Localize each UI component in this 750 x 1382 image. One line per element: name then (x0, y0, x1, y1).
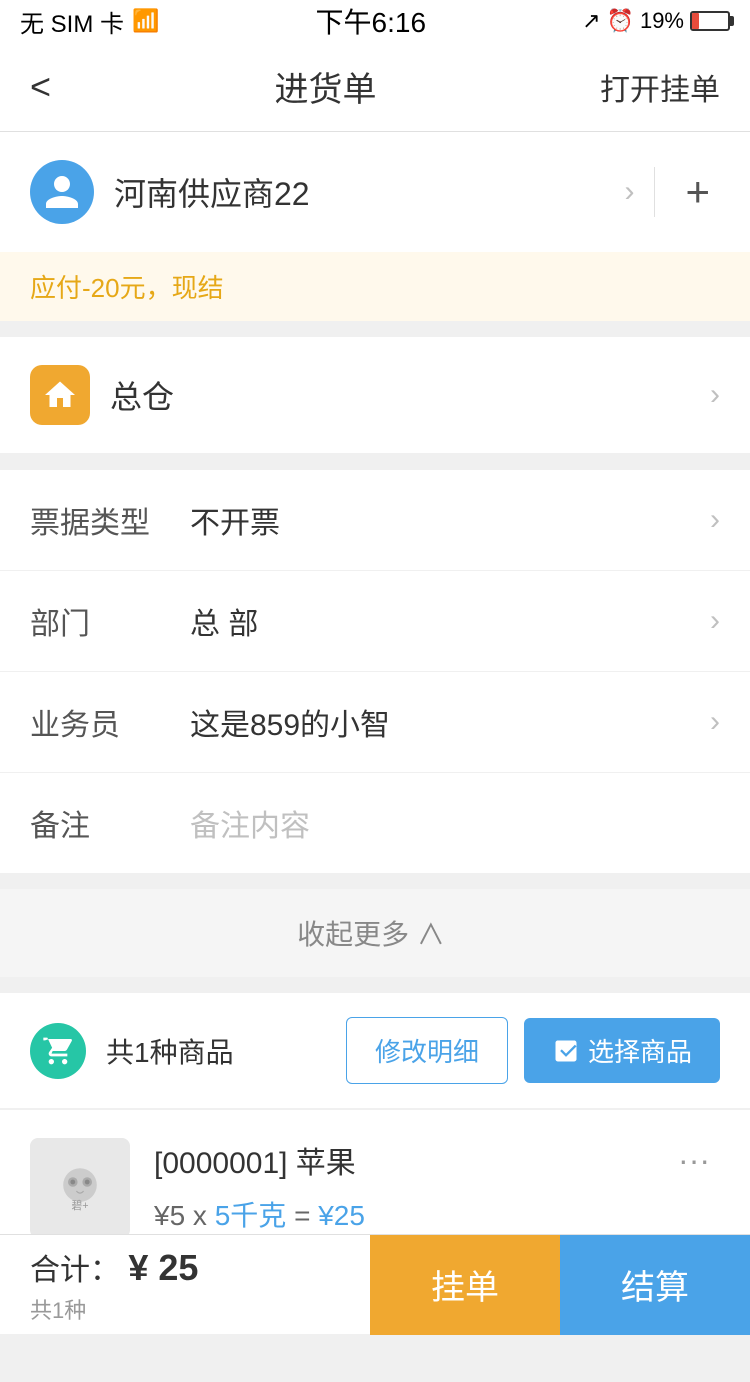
collapse-label: 收起更多 ∧ (297, 913, 445, 953)
unit-price: ¥5 x (154, 1200, 215, 1231)
warehouse-icon (30, 365, 90, 425)
quantity: 5千克 (215, 1200, 287, 1231)
equals: = (294, 1200, 318, 1231)
total-label: 合计： (30, 1254, 120, 1287)
supplier-section: 河南供应商22 › + (0, 132, 750, 252)
status-right: ↗ ⏰ 19% (582, 8, 730, 34)
products-count-label: 共1种商品 (106, 1031, 346, 1071)
product-thumbnail: 碧+ (30, 1138, 130, 1238)
ticket-type-value: 不开票 (190, 498, 700, 542)
sales-rep-label: 业务员 (30, 700, 190, 744)
select-product-label: 选择商品 (588, 1032, 692, 1069)
battery-fill (692, 13, 699, 29)
product-info: [0000001] 苹果 ¥5 x 5千克 = ¥25 (154, 1138, 668, 1234)
remark-label: 备注 (30, 801, 190, 845)
select-product-icon (552, 1037, 580, 1065)
payment-hint: 应付-20元，现结 (0, 252, 750, 321)
warehouse-name: 总仓 (110, 372, 700, 418)
cart-icon (42, 1035, 74, 1067)
total-main: 合计： ¥ 25 (30, 1245, 340, 1289)
sales-rep-chevron: › (710, 705, 720, 739)
select-product-button[interactable]: 选择商品 (524, 1018, 720, 1083)
wifi-icon: 📶 (132, 8, 159, 34)
warehouse-section: 总仓 › (0, 337, 750, 453)
supplier-chevron-icon: › (624, 175, 634, 209)
battery-label: 19% (640, 8, 684, 34)
battery-icon (690, 11, 730, 31)
add-supplier-button[interactable]: + (675, 168, 720, 216)
carrier-label: 无 SIM 卡 (20, 4, 124, 39)
remark-row[interactable]: 备注 备注内容 (0, 772, 750, 873)
page-title: 进货单 (275, 62, 377, 111)
total-price: ¥25 (318, 1200, 365, 1231)
user-icon (42, 172, 82, 212)
checkout-button[interactable]: 结算 (560, 1235, 750, 1335)
department-chevron: › (710, 604, 720, 638)
department-value: 总 部 (190, 599, 700, 643)
status-bar: 无 SIM 卡 📶 下午6:16 ↗ ⏰ 19% (0, 0, 750, 42)
ticket-type-row[interactable]: 票据类型 不开票 › (0, 469, 750, 570)
back-button[interactable]: < (30, 66, 51, 108)
form-section: 票据类型 不开票 › 部门 总 部 › 业务员 这是859的小智 › 备注 备注… (0, 469, 750, 873)
collapse-more-row[interactable]: 收起更多 ∧ (0, 889, 750, 977)
bottom-bar: 合计： ¥ 25 共1种 挂单 结算 (0, 1234, 750, 1334)
total-area: 合计： ¥ 25 共1种 (0, 1245, 370, 1325)
edit-detail-button[interactable]: 修改明细 (346, 1017, 508, 1084)
product-code: [0000001] (154, 1147, 296, 1180)
house-icon (42, 377, 78, 413)
open-hold-button[interactable]: 打开挂单 (600, 65, 720, 109)
product-more-button[interactable]: ··· (668, 1138, 720, 1183)
svg-text:碧+: 碧+ (71, 1199, 88, 1212)
warehouse-row[interactable]: 总仓 › (0, 337, 750, 453)
total-amount: ¥ 25 (128, 1247, 198, 1288)
sales-rep-value: 这是859的小智 (190, 700, 700, 744)
supplier-name: 河南供应商22 (114, 169, 614, 215)
total-count: 共1种 (30, 1293, 340, 1325)
hold-button[interactable]: 挂单 (370, 1235, 560, 1335)
ticket-type-chevron: › (710, 503, 720, 537)
supplier-avatar (30, 160, 94, 224)
ticket-type-label: 票据类型 (30, 498, 190, 542)
product-price: ¥5 x 5千克 = ¥25 (154, 1194, 668, 1234)
products-icon (30, 1023, 86, 1079)
status-time: 下午6:16 (316, 1, 427, 41)
nav-bar: < 进货单 打开挂单 (0, 42, 750, 132)
sales-rep-row[interactable]: 业务员 这是859的小智 › (0, 671, 750, 772)
products-header: 共1种商品 修改明细 选择商品 (0, 993, 750, 1109)
alarm-icon: ⏰ (607, 8, 634, 34)
location-icon: ↗ (582, 8, 600, 34)
department-row[interactable]: 部门 总 部 › (0, 570, 750, 671)
owl-logo: 碧+ (50, 1158, 110, 1218)
status-left: 无 SIM 卡 📶 (20, 4, 159, 39)
supplier-divider (654, 167, 655, 217)
product-title: 苹果 (296, 1147, 356, 1180)
products-section: 共1种商品 修改明细 选择商品 碧+ [0000001] 苹果 (0, 993, 750, 1266)
product-name: [0000001] 苹果 (154, 1138, 668, 1182)
supplier-row[interactable]: 河南供应商22 › + (0, 132, 750, 252)
department-label: 部门 (30, 599, 190, 643)
remark-input[interactable]: 备注内容 (190, 801, 720, 845)
warehouse-chevron-icon: › (710, 378, 720, 412)
